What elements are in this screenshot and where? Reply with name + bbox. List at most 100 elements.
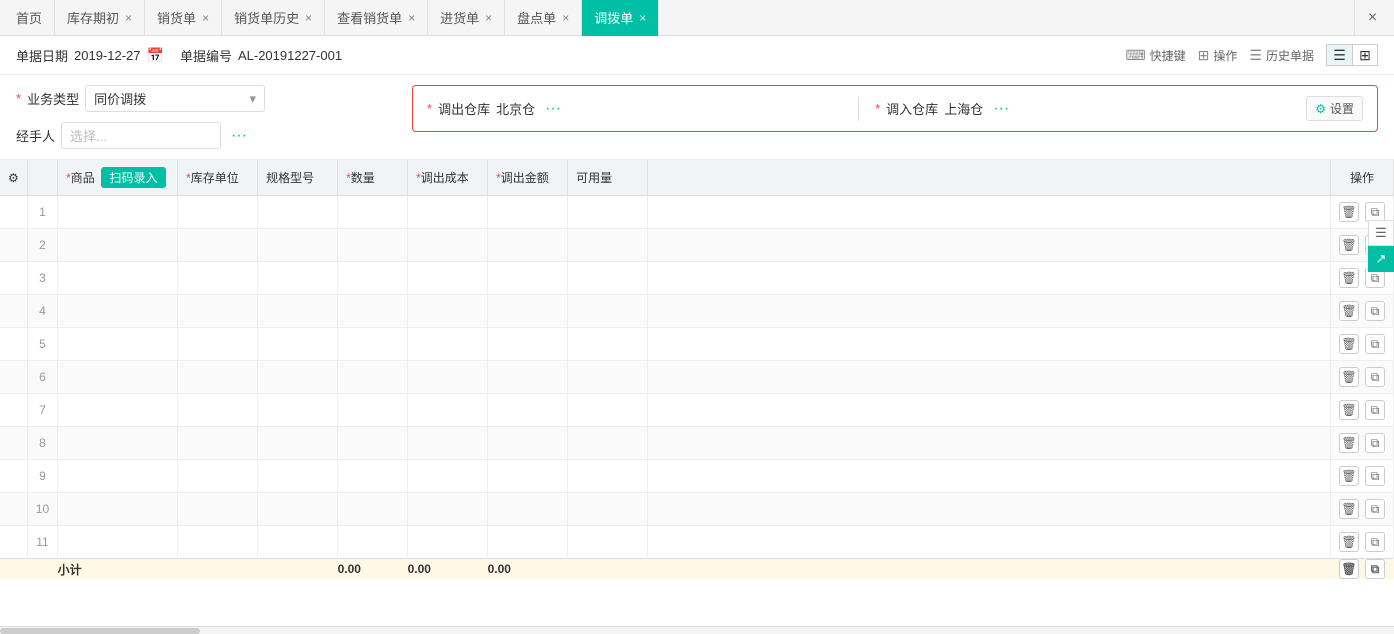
row-ops-cell: 🗑 ⧉ [1331, 361, 1394, 394]
settings-button[interactable]: ⚙ 设置 [1306, 96, 1363, 121]
list-view-button[interactable]: ☰ [1326, 44, 1352, 66]
row-number-cell: 10 [27, 493, 57, 526]
row-amount-cell [488, 196, 568, 229]
row-spacer-cell [648, 526, 1331, 559]
row-spacer-cell [648, 196, 1331, 229]
row-unit-cell [178, 196, 258, 229]
horizontal-scrollbar[interactable] [0, 626, 1394, 634]
col-amount: *调出金额 [488, 160, 568, 196]
row-spec-cell [258, 361, 338, 394]
row-goods-cell [58, 361, 178, 394]
delete-row-icon[interactable]: 🗑 [1339, 268, 1359, 288]
table-row: 10 🗑 ⧉ [0, 493, 1394, 526]
row-goods-cell [58, 295, 178, 328]
history-button[interactable]: ☰ 历史单据 [1249, 47, 1314, 64]
row-available-cell [568, 460, 648, 493]
shortcut-button[interactable]: ⌨ 快捷键 [1125, 47, 1185, 64]
operation-button[interactable]: ⊞ 操作 [1198, 47, 1238, 64]
scrollbar-thumb[interactable] [0, 628, 200, 634]
tab-stock-init[interactable]: 库存期初 × [55, 0, 145, 36]
row-number-cell: 11 [27, 526, 57, 559]
col-available: 可用量 [568, 160, 648, 196]
warehouse-in-more-button[interactable]: ··· [993, 100, 1009, 118]
delete-row-icon[interactable]: 🗑 [1339, 499, 1359, 519]
copy-row-icon[interactable]: ⧉ [1365, 334, 1385, 354]
row-cost-cell [408, 229, 488, 262]
row-spec-cell [258, 394, 338, 427]
col-goods: *商品 扫码录入 [58, 160, 178, 196]
warehouse-divider [858, 97, 859, 121]
row-ops-cell: 🗑 ⧉ [1331, 493, 1394, 526]
business-type-field: * 业务类型 同价调拨 ▾ [16, 85, 396, 112]
copy-row-icon[interactable]: ⧉ [1365, 532, 1385, 552]
tab-close-icon[interactable]: × [202, 11, 209, 25]
row-number-cell: 4 [27, 295, 57, 328]
row-goods-cell [58, 493, 178, 526]
row-qty-cell [338, 196, 408, 229]
row-qty-cell [338, 526, 408, 559]
copy-row-icon[interactable]: ⧉ [1365, 400, 1385, 420]
row-ops-cell: 🗑 ⧉ [1331, 295, 1394, 328]
delete-row-icon[interactable]: 🗑 [1339, 334, 1359, 354]
footer-copy-icon[interactable]: ⧉ [1365, 559, 1385, 579]
tab-close-icon[interactable]: × [562, 11, 569, 25]
row-gear-cell [0, 229, 27, 262]
tab-close-icon[interactable]: × [485, 11, 492, 25]
handler-more-button[interactable]: ··· [231, 127, 247, 145]
delete-row-icon[interactable]: 🗑 [1339, 433, 1359, 453]
handler-selector[interactable]: 选择... [61, 122, 221, 149]
copy-row-icon[interactable]: ⧉ [1365, 433, 1385, 453]
tab-sales[interactable]: 销货单 × [145, 0, 222, 36]
row-unit-cell [178, 493, 258, 526]
delete-row-icon[interactable]: 🗑 [1339, 532, 1359, 552]
tab-inventory[interactable]: 盘点单 × [505, 0, 582, 36]
row-amount-cell [488, 262, 568, 295]
table-row: 6 🗑 ⧉ [0, 361, 1394, 394]
row-actions: 🗑 ⧉ [1339, 400, 1385, 420]
copy-row-icon[interactable]: ⧉ [1365, 202, 1385, 222]
copy-row-icon[interactable]: ⧉ [1365, 466, 1385, 486]
window-close-button[interactable]: × [1354, 0, 1390, 36]
col-cost: *调出成本 [408, 160, 488, 196]
business-type-dropdown[interactable]: 同价调拨 ▾ [85, 85, 265, 112]
row-available-cell [568, 196, 648, 229]
right-panel-list-icon[interactable]: ☰ [1368, 220, 1394, 246]
table-gear-icon[interactable]: ⚙ [8, 171, 19, 185]
tab-close-icon[interactable]: × [125, 11, 132, 25]
delete-row-icon[interactable]: 🗑 [1339, 235, 1359, 255]
delete-row-icon[interactable]: 🗑 [1339, 400, 1359, 420]
row-actions: 🗑 ⧉ [1339, 532, 1385, 552]
tab-close-active-icon[interactable]: × [639, 11, 646, 25]
warehouse-out-more-button[interactable]: ··· [545, 100, 561, 118]
delete-row-icon[interactable]: 🗑 [1339, 466, 1359, 486]
footer-subtotal-label: 小计 [58, 559, 258, 580]
scan-button[interactable]: 扫码录入 [101, 167, 165, 188]
calendar-icon[interactable]: 📅 [147, 47, 164, 64]
tab-view-sales[interactable]: 查看销货单 × [325, 0, 428, 36]
row-goods-cell [58, 229, 178, 262]
tab-home[interactable]: 首页 [4, 0, 55, 36]
copy-row-icon[interactable]: ⧉ [1365, 499, 1385, 519]
number-value: AL-20191227-001 [238, 48, 342, 63]
delete-row-icon[interactable]: 🗑 [1339, 301, 1359, 321]
row-available-cell [568, 229, 648, 262]
row-spacer-cell [648, 394, 1331, 427]
tab-purchase[interactable]: 进货单 × [428, 0, 505, 36]
copy-row-icon[interactable]: ⧉ [1365, 301, 1385, 321]
operation-icon: ⊞ [1198, 47, 1210, 64]
warehouse-out-field: * 调出仓库 北京仓 ··· [427, 99, 842, 118]
grid-view-button[interactable]: ⊞ [1352, 44, 1378, 66]
row-gear-cell [0, 460, 27, 493]
tab-sales-history[interactable]: 销货单历史 × [222, 0, 325, 36]
delete-row-icon[interactable]: 🗑 [1339, 367, 1359, 387]
footer-delete-icon[interactable]: 🗑 [1339, 559, 1359, 579]
copy-row-icon[interactable]: ⧉ [1365, 367, 1385, 387]
row-spec-cell [258, 196, 338, 229]
row-cost-cell [408, 394, 488, 427]
right-panel-export-icon[interactable]: ↗ [1368, 246, 1394, 272]
tab-close-icon[interactable]: × [305, 11, 312, 25]
tab-transfer[interactable]: 调拨单 × [582, 0, 659, 36]
delete-row-icon[interactable]: 🗑 [1339, 202, 1359, 222]
date-value: 2019-12-27 [74, 48, 141, 63]
tab-close-icon[interactable]: × [408, 11, 415, 25]
